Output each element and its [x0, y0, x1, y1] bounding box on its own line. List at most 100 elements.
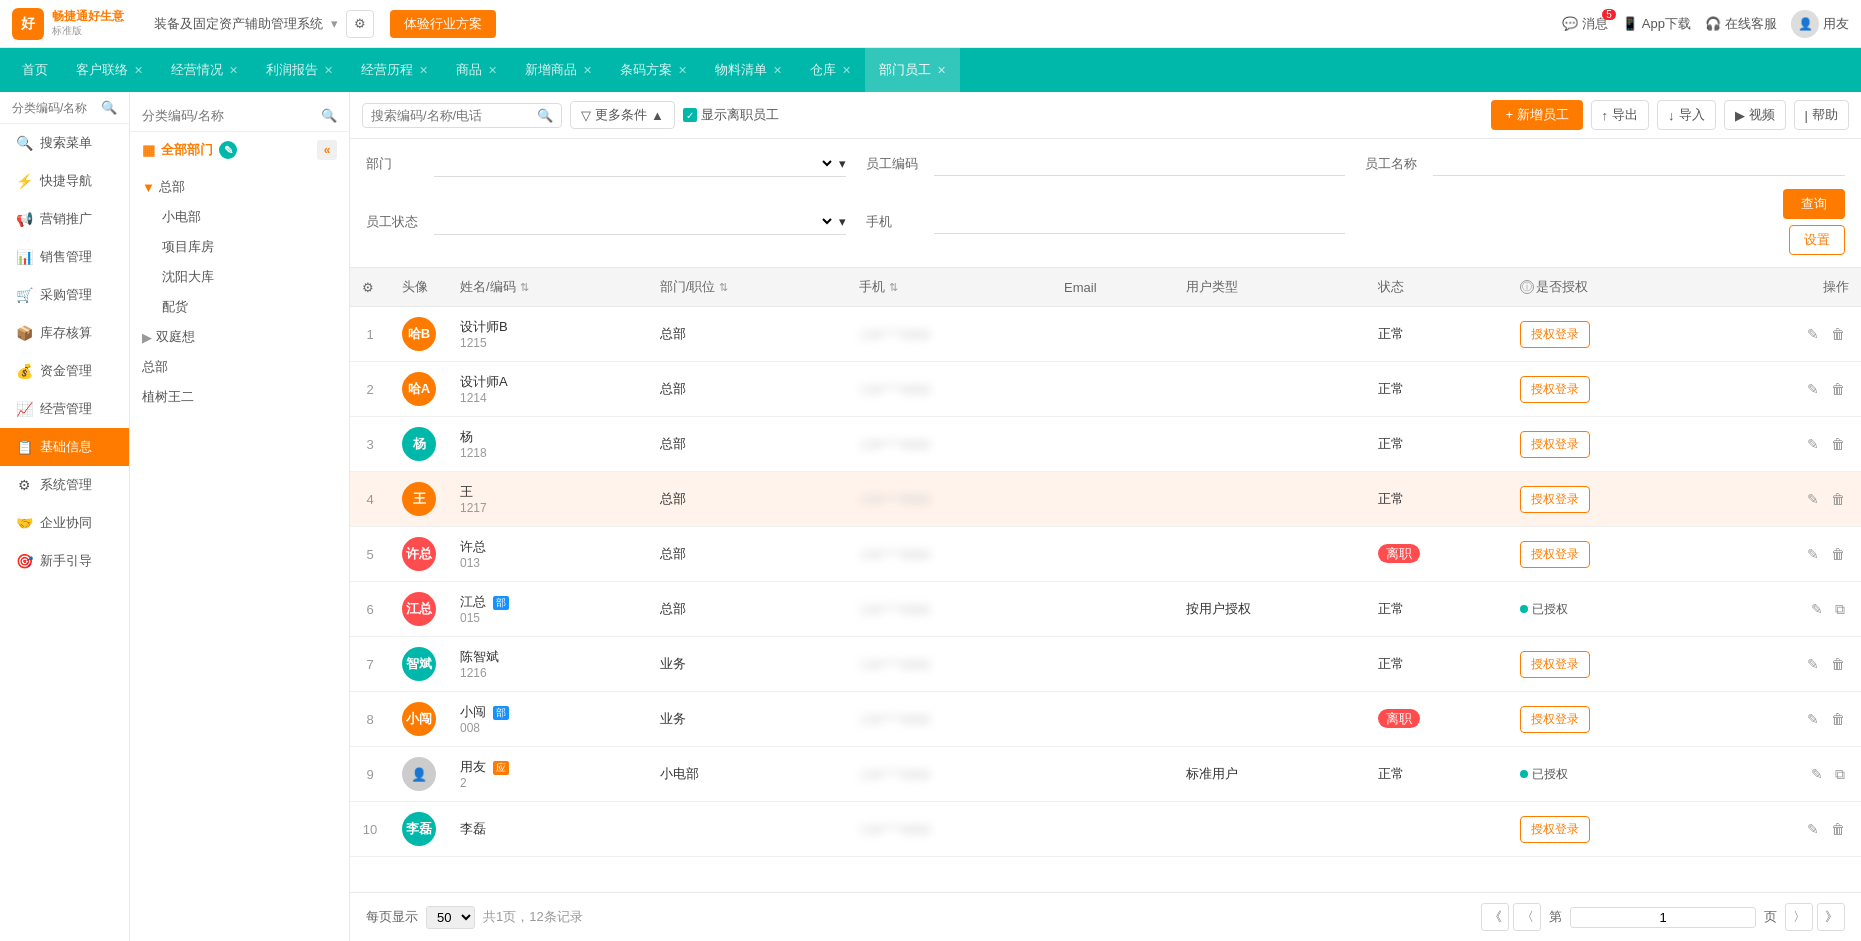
- clone-button-6[interactable]: ⧉: [1831, 599, 1849, 620]
- row-auth-8[interactable]: 授权登录: [1508, 692, 1711, 747]
- dept-node-xbd[interactable]: 小电部: [142, 202, 349, 232]
- auth-button-3[interactable]: 授权登录: [1520, 431, 1590, 458]
- emp-status-select[interactable]: [434, 213, 835, 230]
- tab-home[interactable]: 首页: [8, 48, 62, 92]
- auth-button-10[interactable]: 授权登录: [1520, 816, 1590, 843]
- emp-status-select-wrap[interactable]: ▾: [434, 209, 846, 235]
- sidebar-item-operation[interactable]: 📈 经营管理: [0, 390, 129, 428]
- auth-button-2[interactable]: 授权登录: [1520, 376, 1590, 403]
- dept-node-zswer[interactable]: 植树王二: [130, 382, 349, 412]
- sidebar-item-search[interactable]: 🔍 搜索菜单: [0, 124, 129, 162]
- row-auth-5[interactable]: 授权登录: [1508, 527, 1711, 582]
- dept-filter-select-wrap[interactable]: ▾: [434, 151, 846, 177]
- row-auth-4[interactable]: 授权登录: [1508, 472, 1711, 527]
- sidebar-item-system[interactable]: ⚙ 系统管理: [0, 466, 129, 504]
- dept-node-zb2[interactable]: 总部: [130, 352, 349, 382]
- delete-button-4[interactable]: 🗑: [1827, 489, 1849, 509]
- emp-name-input[interactable]: [1433, 152, 1845, 176]
- row-auth-10[interactable]: 授权登录: [1508, 802, 1711, 857]
- tab-goods-close[interactable]: ✕: [488, 64, 497, 77]
- auth-button-7[interactable]: 授权登录: [1520, 651, 1590, 678]
- delete-button-7[interactable]: 🗑: [1827, 654, 1849, 674]
- last-page-button[interactable]: 》: [1817, 903, 1845, 931]
- row-auth-3[interactable]: 授权登录: [1508, 417, 1711, 472]
- delete-button-2[interactable]: 🗑: [1827, 379, 1849, 399]
- tab-barcode-close[interactable]: ✕: [678, 64, 687, 77]
- th-dept[interactable]: 部门/职位 ⇅: [648, 268, 848, 307]
- import-button[interactable]: ↓ 导入: [1657, 100, 1716, 130]
- row-auth-2[interactable]: 授权登录: [1508, 362, 1711, 417]
- edit-button-4[interactable]: ✎: [1803, 489, 1823, 509]
- sort-phone-icon[interactable]: ⇅: [889, 281, 898, 294]
- video-button[interactable]: ▶ 视频: [1724, 100, 1786, 130]
- experience-button[interactable]: 体验行业方案: [390, 10, 496, 38]
- dropdown-arrow-icon[interactable]: ▾: [331, 16, 338, 31]
- tab-bom[interactable]: 物料清单 ✕: [701, 48, 796, 92]
- per-page-select[interactable]: 50: [426, 906, 475, 929]
- tab-new-goods-close[interactable]: ✕: [583, 64, 592, 77]
- dept-search-input[interactable]: [142, 108, 321, 123]
- online-service-button[interactable]: 🎧 在线客服: [1705, 15, 1777, 33]
- delete-button-5[interactable]: 🗑: [1827, 544, 1849, 564]
- edit-button-9[interactable]: ✎: [1807, 764, 1827, 784]
- delete-button-1[interactable]: 🗑: [1827, 324, 1849, 344]
- tab-profit-report[interactable]: 利润报告 ✕: [252, 48, 347, 92]
- th-phone[interactable]: 手机 ⇅: [847, 268, 1052, 307]
- dept-node-ph[interactable]: 配货: [142, 292, 349, 322]
- sidebar-item-purchase[interactable]: 🛒 采购管理: [0, 276, 129, 314]
- emp-code-input[interactable]: [934, 152, 1346, 176]
- next-page-button[interactable]: 〉: [1785, 903, 1813, 931]
- edit-button-5[interactable]: ✎: [1803, 544, 1823, 564]
- dept-node-sydk[interactable]: 沈阳大库: [142, 262, 349, 292]
- auth-button-8[interactable]: 授权登录: [1520, 706, 1590, 733]
- auth-button-5[interactable]: 授权登录: [1520, 541, 1590, 568]
- tab-warehouse[interactable]: 仓库 ✕: [796, 48, 865, 92]
- message-button[interactable]: 💬 消息 5: [1562, 15, 1608, 33]
- sidebar-item-marketing[interactable]: 📢 营销推广: [0, 200, 129, 238]
- tab-profit-report-close[interactable]: ✕: [324, 64, 333, 77]
- prev-page-button[interactable]: 〈: [1513, 903, 1541, 931]
- tab-operation-history[interactable]: 经营历程 ✕: [347, 48, 442, 92]
- tab-customer-close[interactable]: ✕: [134, 64, 143, 77]
- current-page-input[interactable]: [1570, 907, 1756, 928]
- row-auth-7[interactable]: 授权登录: [1508, 637, 1711, 692]
- delete-button-8[interactable]: 🗑: [1827, 709, 1849, 729]
- tab-customer[interactable]: 客户联络 ✕: [62, 48, 157, 92]
- auth-button-4[interactable]: 授权登录: [1520, 486, 1590, 513]
- help-button[interactable]: | 帮助: [1794, 100, 1849, 130]
- tab-new-goods[interactable]: 新增商品 ✕: [511, 48, 606, 92]
- sidebar-item-shortcut[interactable]: ⚡ 快捷导航: [0, 162, 129, 200]
- sidebar-item-enterprise[interactable]: 🤝 企业协同: [0, 504, 129, 542]
- delete-button-10[interactable]: 🗑: [1827, 819, 1849, 839]
- sidebar-search-area[interactable]: 🔍: [0, 92, 129, 124]
- tab-dept-employee[interactable]: 部门员工 ✕: [865, 48, 960, 92]
- edit-button-10[interactable]: ✎: [1803, 819, 1823, 839]
- add-employee-button[interactable]: + 新增员工: [1491, 100, 1582, 130]
- setting-button[interactable]: 设置: [1789, 225, 1845, 255]
- tab-goods[interactable]: 商品 ✕: [442, 48, 511, 92]
- edit-button-2[interactable]: ✎: [1803, 379, 1823, 399]
- edit-button-6[interactable]: ✎: [1807, 599, 1827, 619]
- th-name[interactable]: 姓名/编码 ⇅: [448, 268, 648, 307]
- sort-name-icon[interactable]: ⇅: [520, 281, 529, 294]
- first-page-button[interactable]: 《: [1481, 903, 1509, 931]
- more-filters-button[interactable]: ▽ 更多条件 ▲: [570, 101, 675, 129]
- dept-node-xmkf[interactable]: 项目库房: [142, 232, 349, 262]
- show-resigned-toggle[interactable]: ✓ 显示离职员工: [683, 106, 779, 124]
- tab-warehouse-close[interactable]: ✕: [842, 64, 851, 77]
- dept-filter-select[interactable]: [434, 155, 835, 172]
- tab-operation-status-close[interactable]: ✕: [229, 64, 238, 77]
- emp-search-input[interactable]: [371, 108, 533, 123]
- edit-button-3[interactable]: ✎: [1803, 434, 1823, 454]
- edit-button-7[interactable]: ✎: [1803, 654, 1823, 674]
- tab-barcode[interactable]: 条码方案 ✕: [606, 48, 701, 92]
- sidebar-item-guide[interactable]: 🎯 新手引导: [0, 542, 129, 580]
- gear-button[interactable]: ⚙: [346, 10, 374, 38]
- tab-operation-status[interactable]: 经营情况 ✕: [157, 48, 252, 92]
- delete-button-3[interactable]: 🗑: [1827, 434, 1849, 454]
- tab-operation-history-close[interactable]: ✕: [419, 64, 428, 77]
- edit-button-1[interactable]: ✎: [1803, 324, 1823, 344]
- authorized-info-icon[interactable]: ⓘ: [1520, 280, 1534, 294]
- query-button[interactable]: 查询: [1783, 189, 1845, 219]
- sort-dept-icon[interactable]: ⇅: [719, 281, 728, 294]
